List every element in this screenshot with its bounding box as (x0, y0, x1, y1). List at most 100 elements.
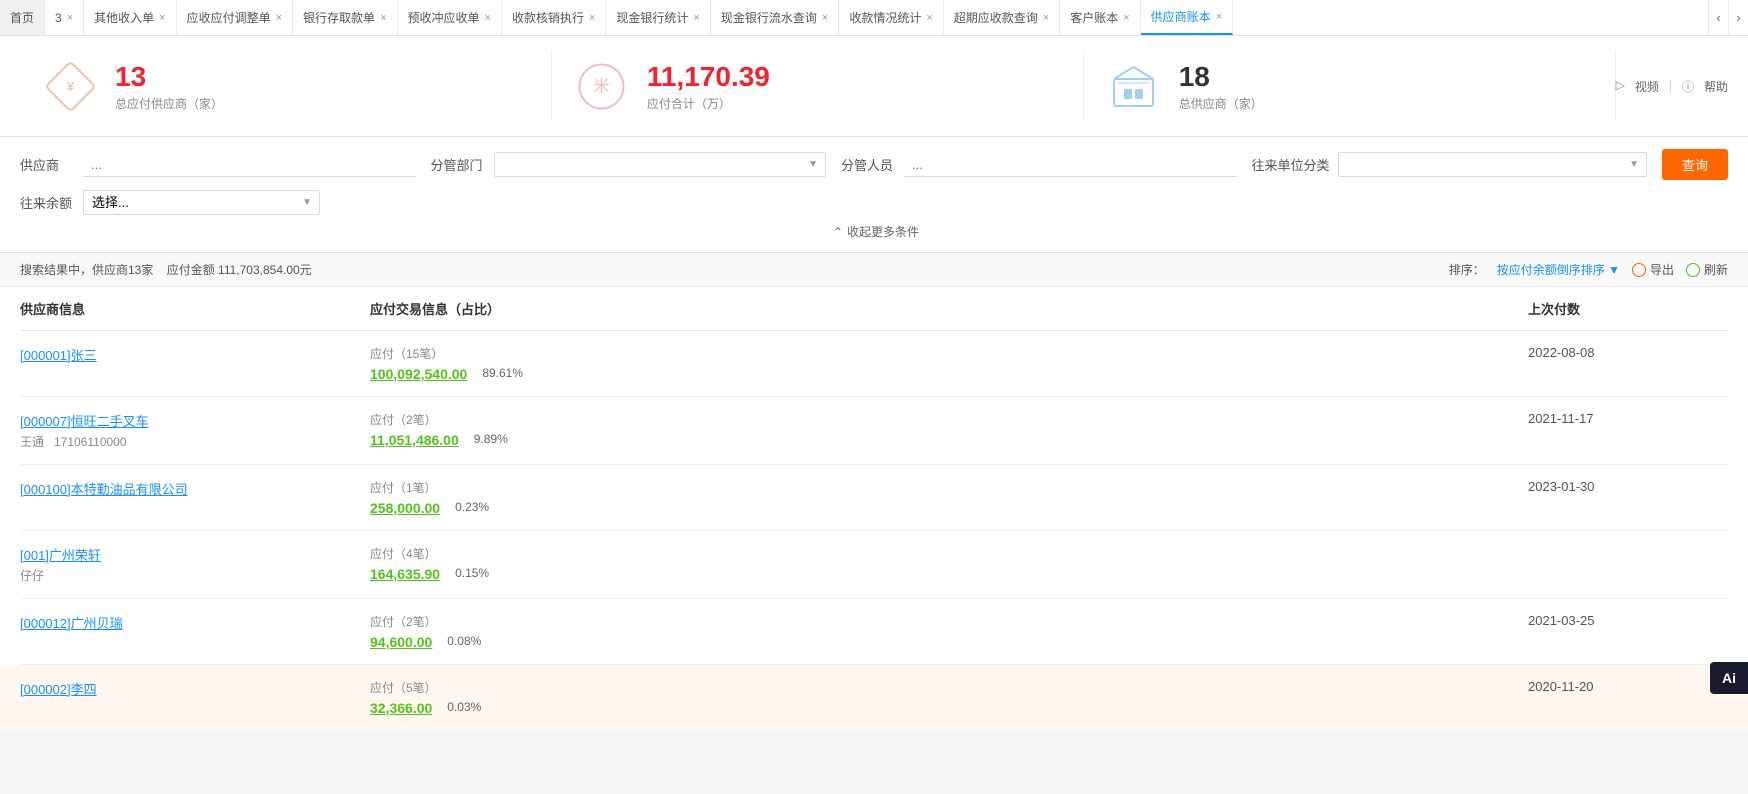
diamond-icon: ¥ (40, 56, 100, 116)
nav-tab-customer-label: 客户账本 (1070, 9, 1118, 26)
payable-pct-0: 89.61% (482, 366, 523, 380)
refresh-label: 刷新 (1704, 261, 1728, 278)
payable-row-0: 100,092,540.00 89.61% (370, 364, 1528, 382)
nav-tab-customer-close[interactable]: × (1123, 12, 1129, 24)
table-header: 供应商信息 应付交易信息（占比） 上次付数 (20, 287, 1728, 331)
payable-suppliers-number: 13 (115, 60, 223, 94)
collapse-btn[interactable]: ⌃ 收起更多条件 (20, 223, 1728, 240)
balance-label: 往来余额 (20, 193, 75, 212)
payable-amount-label: 应付合计（万） (647, 95, 770, 112)
supplier-label: 供应商 (20, 155, 75, 174)
search-field-person: 分管人员 (841, 153, 1237, 177)
export-icon (1632, 263, 1646, 277)
nav-tab-bank-close[interactable]: × (380, 12, 386, 24)
nav-tab-customer[interactable]: 客户账本 × (1060, 0, 1140, 35)
video-link[interactable]: 视频 (1635, 78, 1659, 95)
supplier-link-2[interactable]: [000100]本特勤油品有限公司 (20, 479, 370, 498)
nav-tab-cash-stat[interactable]: 现金银行统计 × (606, 0, 710, 35)
top-navigation: 首页 3 × 其他收入单 × 应收应付调整单 × 银行存取款单 × 预收冲应收单… (0, 0, 1748, 36)
nav-tab-cash-flow-close[interactable]: × (822, 12, 828, 24)
nav-tab-prepay[interactable]: 预收冲应收单 × (398, 0, 502, 35)
header-payable: 应付交易信息（占比） (370, 299, 1528, 318)
nav-tab-overdue[interactable]: 超期应收款查询 × (944, 0, 1060, 35)
category-select-wrapper: ▼ (1338, 152, 1647, 177)
payable-row-5: 32,366.00 0.03% (370, 698, 1528, 716)
search-field-dept: 分管部门 ▼ (431, 152, 827, 177)
supplier-cell-0: [000001]张三 (20, 345, 370, 364)
query-button[interactable]: 查询 (1662, 149, 1728, 180)
nav-tab-other-income[interactable]: 其他收入单 × (84, 0, 176, 35)
nav-tab-collection[interactable]: 收款核销执行 × (502, 0, 606, 35)
supplier-link-3[interactable]: [001]广州荣轩 (20, 545, 370, 564)
payable-amount-3[interactable]: 164,635.90 (370, 566, 440, 582)
nav-tab-collection-stat-label: 收款情况统计 (849, 9, 921, 26)
payable-pct-3: 0.15% (455, 566, 489, 580)
video-icon: ▷ (1616, 78, 1625, 95)
search-field-category: 往来单位分类 ▼ (1252, 152, 1648, 177)
payable-label-5: 应付（5笔） (370, 681, 437, 695)
payable-label-2: 应付（1笔） (370, 481, 437, 495)
help-icon: ⓘ (1682, 78, 1694, 95)
category-select[interactable] (1338, 152, 1647, 177)
nav-arrows: ‹ › (1708, 0, 1748, 36)
payable-info-3: 应付（4笔） 164,635.90 0.15% (370, 545, 1528, 582)
search-section: 供应商 分管部门 ▼ 分管人员 往来单位分类 ▼ (0, 137, 1748, 253)
balance-select-wrapper: 选择... ▼ (83, 190, 320, 215)
lastpay-cell-4: 2021-03-25 (1528, 613, 1728, 628)
svg-text:¥: ¥ (65, 78, 74, 94)
payable-amount-number: 11,170.39 (647, 60, 770, 94)
payable-cell-5: 应付（5笔） 32,366.00 0.03% (370, 679, 1528, 716)
nav-tab-collection-close[interactable]: × (589, 12, 595, 24)
nav-tab-other-income-close[interactable]: × (159, 12, 165, 24)
payable-info-0: 应付（15笔） 100,092,540.00 89.61% (370, 345, 1528, 382)
nav-tab-adjust[interactable]: 应收应付调整单 × (177, 0, 293, 35)
nav-tab-supplier-close[interactable]: × (1216, 11, 1222, 23)
nav-tab-prepay-label: 预收冲应收单 (408, 9, 480, 26)
supplier-link-4[interactable]: [000012]广州贝瑞 (20, 613, 370, 632)
nav-tab-collection-stat-close[interactable]: × (926, 12, 932, 24)
payable-amount-4[interactable]: 94,600.00 (370, 634, 432, 650)
nav-tab-cash-stat-close[interactable]: × (693, 12, 699, 24)
export-btn[interactable]: 导出 (1632, 261, 1674, 278)
payable-suppliers-label: 总应付供应商（家） (115, 95, 223, 112)
sort-selector[interactable]: 按应付余额倒序排序 ▼ (1497, 261, 1620, 278)
help-link[interactable]: 帮助 (1704, 78, 1728, 95)
nav-tab-prepay-close[interactable]: × (485, 12, 491, 24)
payable-label-4: 应付（2笔） (370, 615, 437, 629)
person-input[interactable] (904, 153, 1237, 177)
supplier-link-1[interactable]: [000007]恒旺二手叉车 (20, 411, 370, 430)
nav-tab-3-close[interactable]: × (67, 12, 73, 24)
nav-prev-arrow[interactable]: ‹ (1708, 0, 1728, 36)
result-actions: 排序： 按应付余额倒序排序 ▼ 导出 刷新 (1449, 261, 1728, 278)
nav-tab-bank-label: 银行存取款单 (303, 9, 375, 26)
payable-amount-2[interactable]: 258,000.00 (370, 500, 440, 516)
nav-tab-cash-flow[interactable]: 现金银行流水查询 × (711, 0, 839, 35)
dept-label: 分管部门 (431, 155, 486, 174)
table-row: [000100]本特勤油品有限公司 应付（1笔） 258,000.00 0.23… (20, 465, 1728, 531)
payable-info-4: 应付（2笔） 94,600.00 0.08% (370, 613, 1528, 650)
payable-amount-0[interactable]: 100,092,540.00 (370, 366, 467, 382)
ai-button[interactable]: Ai (1710, 662, 1748, 694)
supplier-input[interactable] (83, 153, 416, 177)
refresh-btn[interactable]: 刷新 (1686, 261, 1728, 278)
nav-tab-bank[interactable]: 银行存取款单 × (293, 0, 397, 35)
lastpay-date-4: 2021-03-25 (1528, 613, 1595, 628)
nav-tab-3[interactable]: 3 × (45, 0, 84, 35)
nav-tab-adjust-close[interactable]: × (276, 12, 282, 24)
shop-icon (1104, 56, 1164, 116)
nav-next-arrow[interactable]: › (1728, 0, 1748, 36)
nav-tab-supplier[interactable]: 供应商账本 × (1141, 0, 1233, 35)
nav-tab-collection-stat[interactable]: 收款情况统计 × (839, 0, 943, 35)
nav-tab-adjust-label: 应收应付调整单 (187, 9, 271, 26)
supplier-link-5[interactable]: [000002]李四 (20, 679, 370, 698)
payable-amount-5[interactable]: 32,366.00 (370, 700, 432, 716)
balance-select[interactable]: 选择... (83, 190, 320, 215)
nav-tab-3-label: 3 (55, 11, 62, 25)
payable-info-5: 应付（5笔） 32,366.00 0.03% (370, 679, 1528, 716)
supplier-link-0[interactable]: [000001]张三 (20, 345, 370, 364)
supplier-cell-5: [000002]李四 (20, 679, 370, 698)
dept-select[interactable] (494, 152, 827, 177)
nav-tab-home[interactable]: 首页 (0, 0, 45, 35)
nav-tab-overdue-close[interactable]: × (1043, 12, 1049, 24)
payable-amount-1[interactable]: 11,051,486.00 (370, 432, 459, 448)
